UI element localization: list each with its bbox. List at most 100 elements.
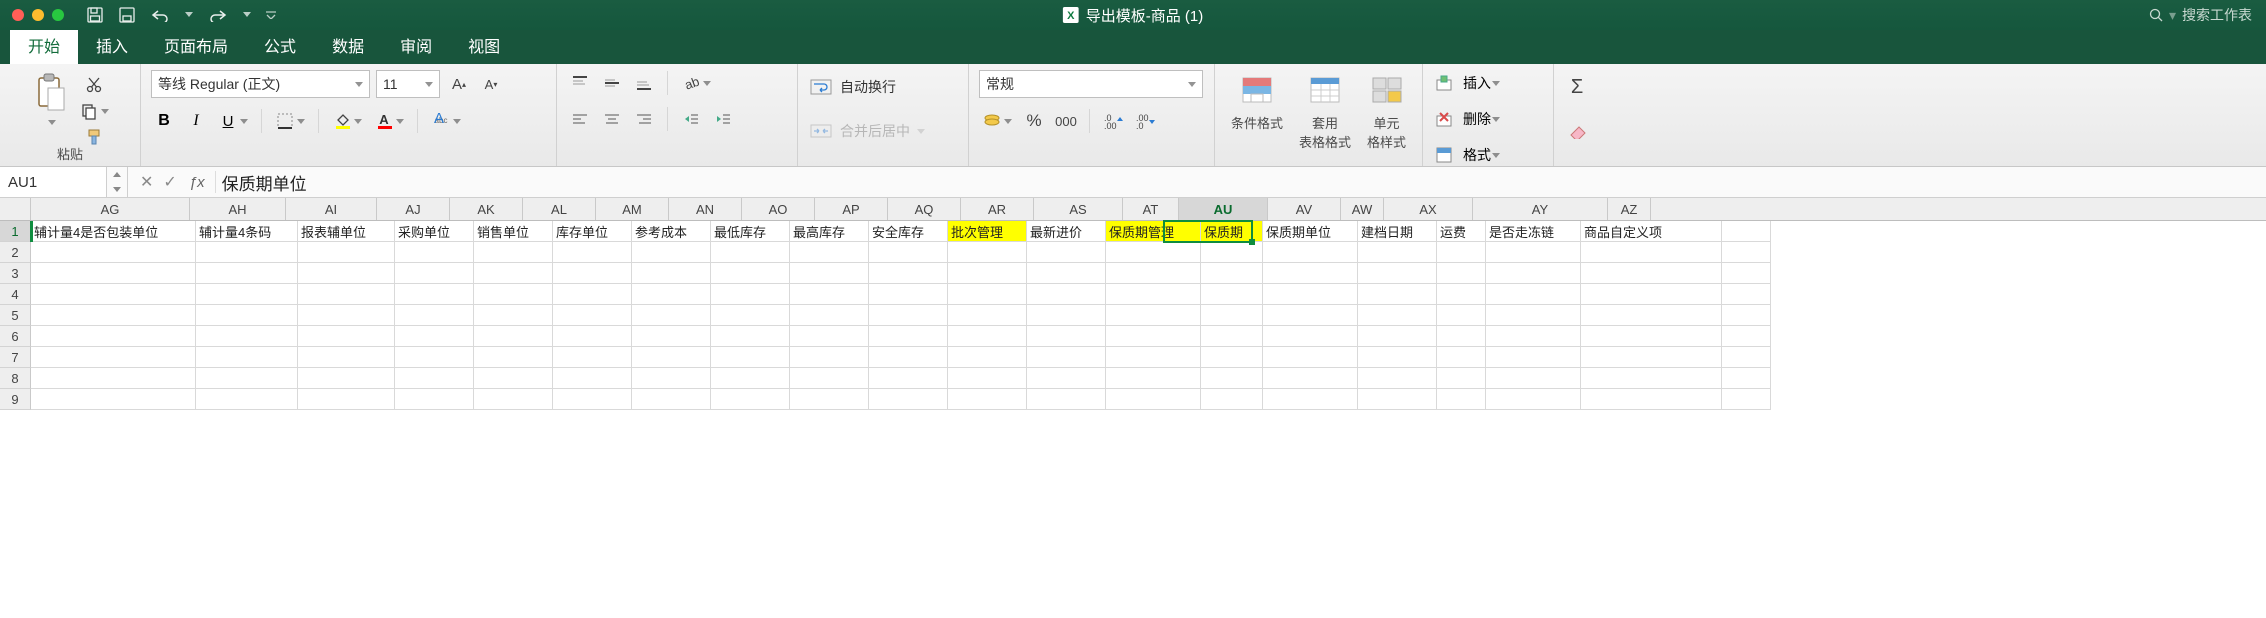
cell[interactable] (1581, 305, 1722, 326)
tab-insert[interactable]: 插入 (78, 25, 146, 64)
cell[interactable] (1722, 284, 1771, 305)
row-header[interactable]: 8 (0, 368, 31, 389)
bold-button[interactable]: B (151, 108, 177, 134)
fill-color-button[interactable] (329, 108, 365, 134)
clear-button[interactable] (1564, 118, 1590, 144)
cell[interactable] (869, 305, 948, 326)
column-header-AS[interactable]: AS (1034, 198, 1123, 220)
minimize-window-button[interactable] (32, 9, 44, 21)
cell[interactable] (1581, 368, 1722, 389)
column-header-AM[interactable]: AM (596, 198, 669, 220)
cell[interactable] (474, 347, 553, 368)
cell[interactable] (1106, 263, 1201, 284)
formula-input[interactable]: 保质期单位 (216, 170, 2266, 195)
cell[interactable] (196, 242, 298, 263)
cell[interactable] (1486, 284, 1581, 305)
tab-formulas[interactable]: 公式 (246, 25, 314, 64)
cell[interactable] (1106, 389, 1201, 410)
cell[interactable] (395, 284, 474, 305)
cell[interactable] (632, 389, 711, 410)
increase-decimal-button[interactable]: .0.00 (1100, 108, 1126, 134)
search-box[interactable]: ▾ 搜索工作表 (2149, 5, 2252, 25)
cell[interactable] (1358, 347, 1437, 368)
cell[interactable] (1263, 263, 1358, 284)
tab-data[interactable]: 数据 (314, 25, 382, 64)
cell[interactable] (298, 347, 395, 368)
autosum-button[interactable]: Σ (1564, 74, 1590, 100)
cell[interactable] (395, 347, 474, 368)
decrease-indent-button[interactable] (678, 106, 704, 132)
cell[interactable] (1437, 347, 1486, 368)
cell[interactable] (1027, 389, 1106, 410)
paste-dropdown-icon[interactable] (47, 111, 57, 133)
orientation-button[interactable]: ab (678, 70, 714, 96)
cell[interactable] (790, 284, 869, 305)
currency-button[interactable] (979, 108, 1015, 134)
cell[interactable] (553, 263, 632, 284)
cell[interactable] (1263, 389, 1358, 410)
cell[interactable] (948, 242, 1027, 263)
font-size-combo[interactable]: 11 (376, 70, 440, 98)
cell[interactable]: 是否走冻链 (1486, 221, 1581, 242)
cell[interactable]: 参考成本 (632, 221, 711, 242)
cell[interactable] (1437, 326, 1486, 347)
cell[interactable] (298, 368, 395, 389)
cut-button[interactable] (76, 72, 112, 98)
cell[interactable] (711, 305, 790, 326)
row-header[interactable]: 7 (0, 347, 31, 368)
tab-review[interactable]: 审阅 (382, 25, 450, 64)
cell[interactable] (1027, 368, 1106, 389)
cell[interactable]: 建档日期 (1358, 221, 1437, 242)
cell[interactable] (1722, 347, 1771, 368)
undo-icon[interactable] (150, 8, 170, 22)
cell[interactable] (711, 284, 790, 305)
cell[interactable] (1263, 326, 1358, 347)
column-header-AT[interactable]: AT (1123, 198, 1179, 220)
align-right-button[interactable] (631, 106, 657, 132)
cell[interactable] (790, 242, 869, 263)
number-format-combo[interactable]: 常规 (979, 70, 1203, 98)
delete-cells-button[interactable]: 删除 (1461, 106, 1503, 132)
tab-home[interactable]: 开始 (10, 25, 78, 64)
cell[interactable] (1581, 389, 1722, 410)
cell[interactable] (474, 326, 553, 347)
cell[interactable]: 报表辅单位 (298, 221, 395, 242)
cell[interactable] (632, 305, 711, 326)
cell[interactable] (1581, 242, 1722, 263)
qat-customize-icon[interactable] (266, 4, 276, 26)
cell[interactable]: 保质期 (1201, 221, 1263, 242)
row-header[interactable]: 9 (0, 389, 31, 410)
cell[interactable] (1358, 284, 1437, 305)
cell[interactable] (1027, 326, 1106, 347)
row-header[interactable]: 5 (0, 305, 31, 326)
align-bottom-button[interactable] (631, 70, 657, 96)
cell[interactable] (1581, 347, 1722, 368)
cell[interactable] (632, 242, 711, 263)
cell[interactable] (474, 305, 553, 326)
cell[interactable] (1722, 326, 1771, 347)
cell[interactable] (869, 368, 948, 389)
cell[interactable] (790, 389, 869, 410)
cell[interactable] (948, 263, 1027, 284)
cell[interactable] (395, 326, 474, 347)
comma-button[interactable]: 000 (1053, 108, 1079, 134)
cell[interactable] (474, 389, 553, 410)
row-header[interactable]: 4 (0, 284, 31, 305)
cell[interactable] (1722, 305, 1771, 326)
cell[interactable]: 最新进价 (1027, 221, 1106, 242)
cell[interactable] (948, 389, 1027, 410)
insert-cells-button[interactable]: 插入 (1461, 70, 1503, 96)
cell[interactable]: 运费 (1437, 221, 1486, 242)
column-header-AY[interactable]: AY (1473, 198, 1608, 220)
cell[interactable] (790, 347, 869, 368)
shrink-font-button[interactable]: A▾ (478, 71, 504, 97)
cell[interactable] (1581, 284, 1722, 305)
align-left-button[interactable] (567, 106, 593, 132)
cell[interactable] (1027, 305, 1106, 326)
cell[interactable]: 最高库存 (790, 221, 869, 242)
cell[interactable] (869, 284, 948, 305)
cell[interactable] (711, 389, 790, 410)
cell[interactable] (395, 368, 474, 389)
cell[interactable] (1027, 347, 1106, 368)
cell[interactable] (196, 347, 298, 368)
